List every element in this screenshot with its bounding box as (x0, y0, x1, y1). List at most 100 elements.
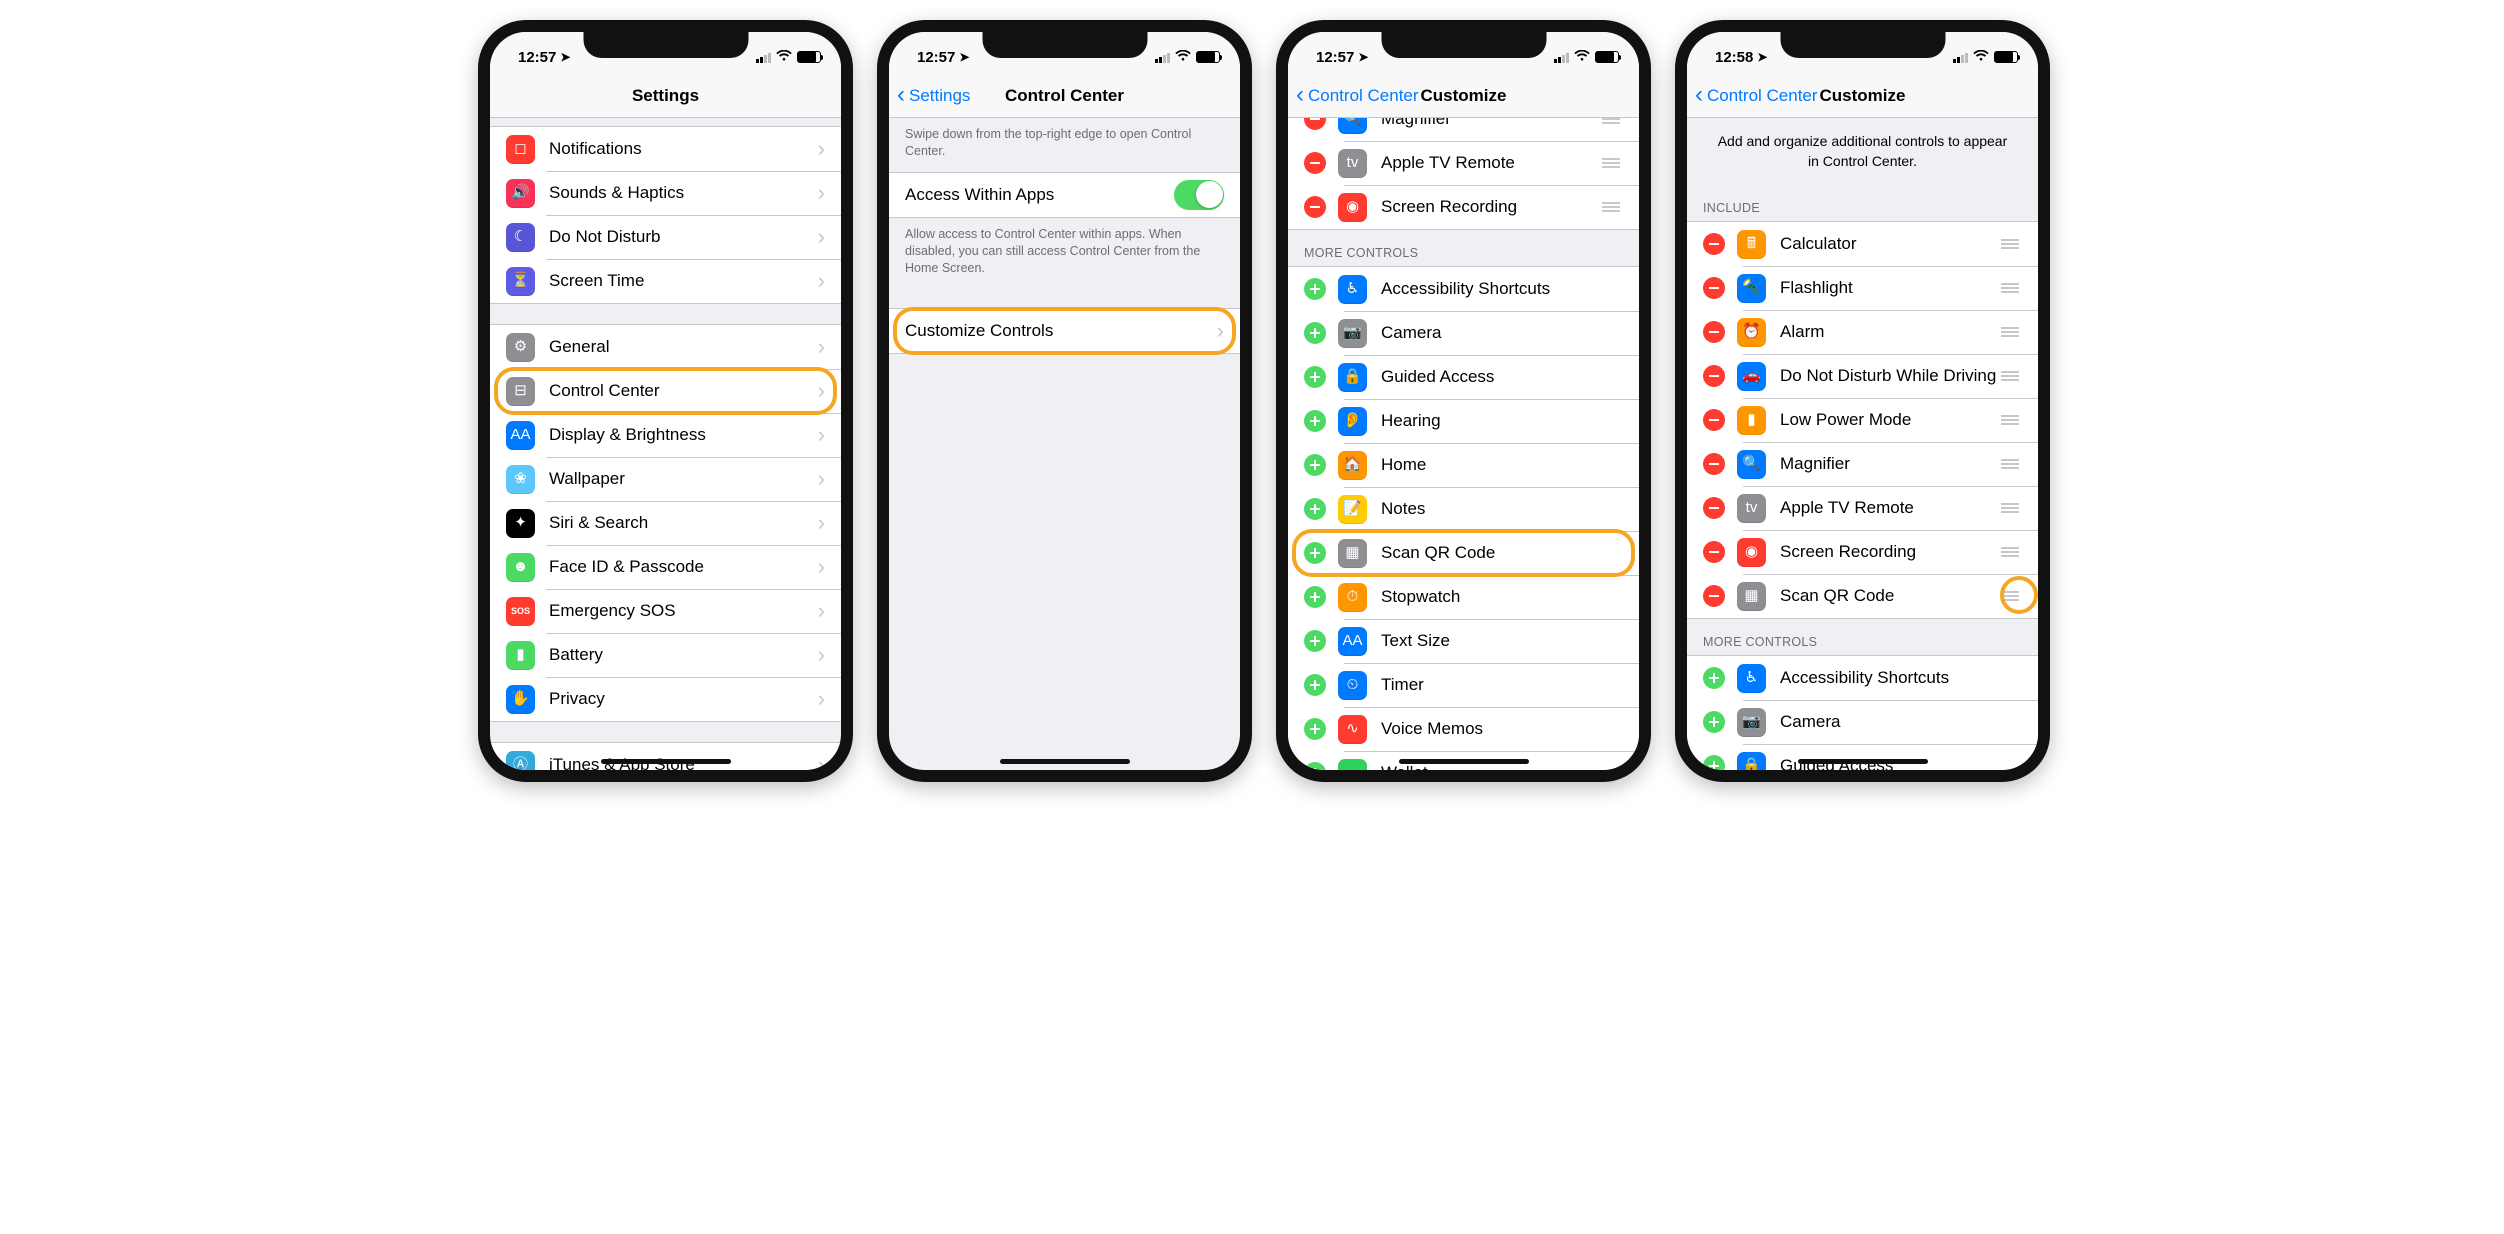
scroll-content[interactable]: Swipe down from the top-right edge to op… (889, 118, 1240, 770)
reorder-handle[interactable] (2000, 371, 2022, 381)
list-cell[interactable]: ▮Low Power Mode (1687, 398, 2038, 442)
add-button[interactable] (1304, 542, 1326, 564)
list-cell[interactable]: ◉Screen Recording (1288, 185, 1639, 229)
list-cell[interactable]: ✦Siri & Search› (490, 501, 841, 545)
battery-icon (797, 51, 821, 63)
list-cell[interactable]: ⊟Control Center› (490, 369, 841, 413)
list-cell[interactable]: 🔦Flashlight (1687, 266, 2038, 310)
list-cell[interactable]: ⏰Alarm (1687, 310, 2038, 354)
list-cell[interactable]: Customize Controls› (889, 309, 1240, 353)
back-button[interactable]: ‹ Settings (897, 85, 970, 107)
list-cell[interactable]: ❀Wallpaper› (490, 457, 841, 501)
add-button[interactable] (1304, 630, 1326, 652)
list-cell[interactable]: ◻︎Notifications› (490, 127, 841, 171)
list-cell[interactable]: ∿Voice Memos (1288, 707, 1639, 751)
remove-button[interactable] (1703, 277, 1725, 299)
list-cell[interactable]: ✋Privacy› (490, 677, 841, 721)
list-cell[interactable]: 🔊Sounds & Haptics› (490, 171, 841, 215)
remove-button[interactable] (1703, 585, 1725, 607)
list-cell[interactable]: ◉Screen Recording (1687, 530, 2038, 574)
remove-button[interactable] (1703, 453, 1725, 475)
list-cell[interactable]: 📷Camera (1288, 311, 1639, 355)
chevron-right-icon: › (818, 180, 825, 206)
list-cell[interactable]: ♿︎Accessibility Shortcuts (1288, 267, 1639, 311)
scroll-content[interactable]: 🔍MagnifiertvApple TV Remote◉Screen Recor… (1288, 118, 1639, 770)
add-button[interactable] (1304, 454, 1326, 476)
back-button[interactable]: ‹ Control Center (1296, 85, 1419, 107)
list-cell[interactable]: ▦Scan QR Code (1687, 574, 2038, 618)
reorder-handle[interactable] (2000, 327, 2022, 337)
app-icon: 📝 (1338, 495, 1367, 524)
list-cell[interactable]: 🔒Guided Access (1288, 355, 1639, 399)
remove-button[interactable] (1703, 321, 1725, 343)
add-button[interactable] (1703, 711, 1725, 733)
list-cell[interactable]: AAText Size (1288, 619, 1639, 663)
list-cell[interactable]: 🏠Home (1288, 443, 1639, 487)
cell-label: Privacy (549, 689, 818, 709)
add-button[interactable] (1304, 762, 1326, 770)
list-cell[interactable]: ⚙︎General› (490, 325, 841, 369)
list-cell[interactable]: 🔍Magnifier (1288, 118, 1639, 141)
app-icon: ⚙︎ (506, 333, 535, 362)
list-cell[interactable]: 🖩Calculator (1687, 222, 2038, 266)
reorder-handle[interactable] (1601, 202, 1623, 212)
add-button[interactable] (1703, 755, 1725, 770)
add-button[interactable] (1304, 586, 1326, 608)
add-button[interactable] (1304, 498, 1326, 520)
app-icon: 🔍 (1737, 450, 1766, 479)
remove-button[interactable] (1703, 233, 1725, 255)
list-cell[interactable]: ⏲Timer (1288, 663, 1639, 707)
back-label: Control Center (1308, 86, 1419, 106)
list-cell[interactable]: ☾Do Not Disturb› (490, 215, 841, 259)
list-cell[interactable]: tvApple TV Remote (1687, 486, 2038, 530)
add-button[interactable] (1304, 410, 1326, 432)
list-cell[interactable]: ▮Battery› (490, 633, 841, 677)
reorder-handle[interactable] (1601, 158, 1623, 168)
add-button[interactable] (1304, 366, 1326, 388)
reorder-handle[interactable] (1601, 118, 1623, 124)
remove-button[interactable] (1304, 118, 1326, 130)
reorder-handle[interactable] (2000, 591, 2022, 601)
scroll-content[interactable]: Add and organize additional controls to … (1687, 118, 2038, 770)
app-icon: ∿ (1338, 715, 1367, 744)
list-cell[interactable]: 🔍Magnifier (1687, 442, 2038, 486)
list-cell[interactable]: ⏳Screen Time› (490, 259, 841, 303)
list-cell[interactable]: 📝Notes (1288, 487, 1639, 531)
app-icon: 🖩 (1737, 230, 1766, 259)
reorder-handle[interactable] (2000, 283, 2022, 293)
remove-button[interactable] (1304, 196, 1326, 218)
list-cell[interactable]: ⏱Stopwatch (1288, 575, 1639, 619)
reorder-handle[interactable] (2000, 415, 2022, 425)
list-cell[interactable]: Access Within Apps (889, 173, 1240, 217)
add-button[interactable] (1304, 718, 1326, 740)
list-cell[interactable]: ▦Scan QR Code (1288, 531, 1639, 575)
add-button[interactable] (1304, 322, 1326, 344)
list-cell[interactable]: ☻Face ID & Passcode› (490, 545, 841, 589)
reorder-handle[interactable] (2000, 459, 2022, 469)
remove-button[interactable] (1703, 409, 1725, 431)
list-cell[interactable]: ⒶiTunes & App Store› (490, 743, 841, 770)
list-cell[interactable]: ♿︎Accessibility Shortcuts (1687, 656, 2038, 700)
list-cell[interactable]: 👂Hearing (1288, 399, 1639, 443)
add-button[interactable] (1703, 667, 1725, 689)
remove-button[interactable] (1304, 152, 1326, 174)
cell-label: Do Not Disturb (549, 227, 818, 247)
toggle-switch[interactable] (1174, 180, 1224, 210)
reorder-handle[interactable] (2000, 239, 2022, 249)
reorder-handle[interactable] (2000, 547, 2022, 557)
remove-button[interactable] (1703, 541, 1725, 563)
list-cell[interactable]: tvApple TV Remote (1288, 141, 1639, 185)
remove-button[interactable] (1703, 365, 1725, 387)
add-button[interactable] (1304, 674, 1326, 696)
scroll-content[interactable]: ◻︎Notifications›🔊Sounds & Haptics›☾Do No… (490, 118, 841, 770)
back-button[interactable]: ‹ Control Center (1695, 85, 1818, 107)
list-cell[interactable]: 🚗Do Not Disturb While Driving (1687, 354, 2038, 398)
add-button[interactable] (1304, 278, 1326, 300)
list-cell[interactable]: AADisplay & Brightness› (490, 413, 841, 457)
list-cell[interactable]: 📷Camera (1687, 700, 2038, 744)
list-cell[interactable]: 🔒Guided Access (1687, 744, 2038, 770)
list-cell[interactable]: SOSEmergency SOS› (490, 589, 841, 633)
reorder-handle[interactable] (2000, 503, 2022, 513)
remove-button[interactable] (1703, 497, 1725, 519)
cell-signal-icon (1155, 52, 1170, 63)
